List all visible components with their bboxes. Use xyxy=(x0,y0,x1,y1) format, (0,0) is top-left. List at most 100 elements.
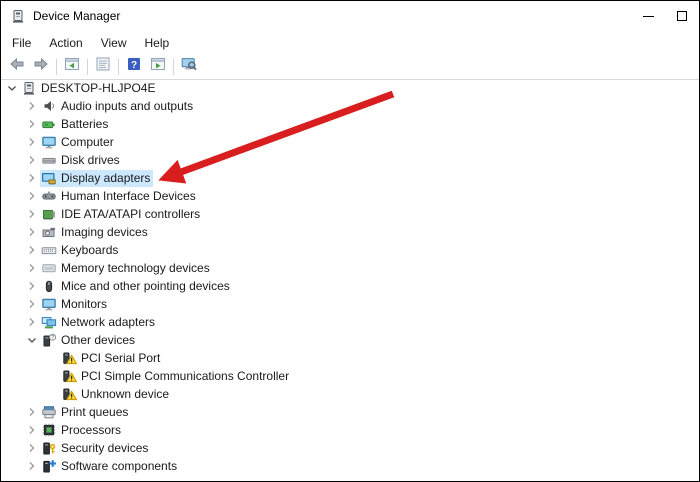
tree-item-label: Processors xyxy=(61,423,122,437)
chevron-right-icon[interactable] xyxy=(24,314,40,330)
computer-root-icon xyxy=(20,80,37,96)
device-tree: DESKTOP-HLJPO4E Audio inputs and outputs B… xyxy=(2,79,698,480)
ide-controller-icon xyxy=(40,206,57,222)
chevron-right-icon[interactable] xyxy=(24,260,40,276)
tree-item-label: Computer xyxy=(61,135,114,149)
tree-item-label: PCI Serial Port xyxy=(81,351,161,365)
chevron-right-icon[interactable] xyxy=(24,422,40,438)
tree-item-human-interface-devices[interactable]: Human Interface Devices xyxy=(2,187,698,205)
tree-item-batteries[interactable]: Batteries xyxy=(2,115,698,133)
chevron-right-icon[interactable] xyxy=(24,440,40,456)
chevron-down-icon[interactable] xyxy=(4,80,20,96)
memory-device-icon xyxy=(40,260,57,276)
show-console-tree-button[interactable] xyxy=(60,56,84,78)
show-action-pane-button[interactable] xyxy=(146,56,170,78)
menu-file[interactable]: File xyxy=(3,33,40,53)
monitor-icon xyxy=(40,134,57,150)
tree-item-other-devices[interactable]: ? Other devices xyxy=(2,331,698,349)
imaging-device-icon xyxy=(40,224,57,240)
minimize-icon xyxy=(642,15,654,17)
scan-hardware-changes-button[interactable] xyxy=(177,56,201,78)
maximize-button[interactable] xyxy=(665,1,699,31)
minimize-button[interactable] xyxy=(631,1,665,31)
tree-item-memory-technology-devices[interactable]: Memory technology devices xyxy=(2,259,698,277)
tree-item-unknown-device[interactable]: Unknown device xyxy=(2,385,698,403)
tree-item-keyboards[interactable]: Keyboards xyxy=(2,241,698,259)
forward-button[interactable] xyxy=(29,56,53,78)
tree-item-audio-inputs-and-outputs[interactable]: Audio inputs and outputs xyxy=(2,97,698,115)
scan-hardware-icon xyxy=(181,56,197,77)
tree-item-label: Security devices xyxy=(61,441,149,455)
properties-button[interactable] xyxy=(91,56,115,78)
chevron-right-icon[interactable] xyxy=(24,98,40,114)
tree-item-label: IDE ATA/ATAPI controllers xyxy=(61,207,201,221)
display-adapter-icon xyxy=(40,170,57,186)
back-arrow-icon xyxy=(9,56,25,77)
chevron-right-icon[interactable] xyxy=(24,134,40,150)
tree-item-label: Print queues xyxy=(61,405,129,419)
tree-item-display-adapters[interactable]: Display adapters xyxy=(2,169,698,187)
help-button[interactable]: ? xyxy=(122,56,146,78)
menu-help[interactable]: Help xyxy=(136,33,179,53)
menu-action[interactable]: Action xyxy=(40,33,91,53)
tree-item-network-adapters[interactable]: Network adapters xyxy=(2,313,698,331)
chevron-right-icon[interactable] xyxy=(24,170,40,186)
security-device-icon xyxy=(40,440,57,456)
tree-item-pci-serial-port[interactable]: PCI Serial Port xyxy=(2,349,698,367)
back-button[interactable] xyxy=(5,56,29,78)
toolbar: ? xyxy=(1,54,699,80)
tree-item-label: Human Interface Devices xyxy=(61,189,196,203)
svg-text:?: ? xyxy=(51,335,54,341)
tree-item-security-devices[interactable]: Security devices xyxy=(2,439,698,457)
tree-item-disk-drives[interactable]: Disk drives xyxy=(2,151,698,169)
chevron-right-icon[interactable] xyxy=(24,224,40,240)
mouse-icon xyxy=(40,278,57,294)
menu-view[interactable]: View xyxy=(92,33,136,53)
tree-item-ide-ata-atapi-controllers[interactable]: IDE ATA/ATAPI controllers xyxy=(2,205,698,223)
tree-item-monitors[interactable]: Monitors xyxy=(2,295,698,313)
tree-item-processors[interactable]: Processors xyxy=(2,421,698,439)
toolbar-separator xyxy=(87,58,88,75)
tree-item-label: Audio inputs and outputs xyxy=(61,99,194,113)
tree-item-imaging-devices[interactable]: Imaging devices xyxy=(2,223,698,241)
tree-item-label: Memory technology devices xyxy=(61,261,210,275)
forward-arrow-icon xyxy=(33,56,49,77)
tree-item-label: Unknown device xyxy=(81,387,170,401)
tree-item-label: Other devices xyxy=(61,333,136,347)
speaker-icon xyxy=(40,98,57,114)
maximize-icon xyxy=(677,11,687,21)
tree-item-print-queues[interactable]: Print queues xyxy=(2,403,698,421)
software-component-icon xyxy=(40,458,57,474)
tree-item-pci-simple-communications-controller[interactable]: PCI Simple Communications Controller xyxy=(2,367,698,385)
chevron-right-icon[interactable] xyxy=(24,206,40,222)
hid-icon xyxy=(40,188,57,204)
menu-bar: File Action View Help xyxy=(1,31,699,54)
tree-item-computer[interactable]: Computer xyxy=(2,133,698,151)
help-icon: ? xyxy=(126,56,142,77)
chevron-right-icon[interactable] xyxy=(24,152,40,168)
tree-item-label: Batteries xyxy=(61,117,109,131)
cpu-icon xyxy=(40,422,57,438)
network-adapter-icon xyxy=(40,314,57,330)
chevron-right-icon[interactable] xyxy=(24,188,40,204)
tree-item-label: PCI Simple Communications Controller xyxy=(81,369,290,383)
chevron-right-icon[interactable] xyxy=(24,404,40,420)
tree-item-label: Software components xyxy=(61,459,178,473)
chevron-right-icon[interactable] xyxy=(24,296,40,312)
chevron-right-icon[interactable] xyxy=(24,242,40,258)
chevron-right-icon[interactable] xyxy=(24,278,40,294)
tree-item-mice-and-other-pointing-devices[interactable]: Mice and other pointing devices xyxy=(2,277,698,295)
tree-item-software-components[interactable]: Software components xyxy=(2,457,698,475)
warning-device-icon xyxy=(60,368,77,384)
chevron-down-icon[interactable] xyxy=(24,332,40,348)
chevron-right-icon[interactable] xyxy=(24,458,40,474)
tree-item-desktop-hljpo4e[interactable]: DESKTOP-HLJPO4E xyxy=(2,79,698,97)
battery-icon xyxy=(40,116,57,132)
chevron-right-icon[interactable] xyxy=(24,116,40,132)
window-title: Device Manager xyxy=(33,9,121,23)
keyboard-icon xyxy=(40,242,57,258)
toolbar-separator xyxy=(118,58,119,75)
printer-icon xyxy=(40,404,57,420)
